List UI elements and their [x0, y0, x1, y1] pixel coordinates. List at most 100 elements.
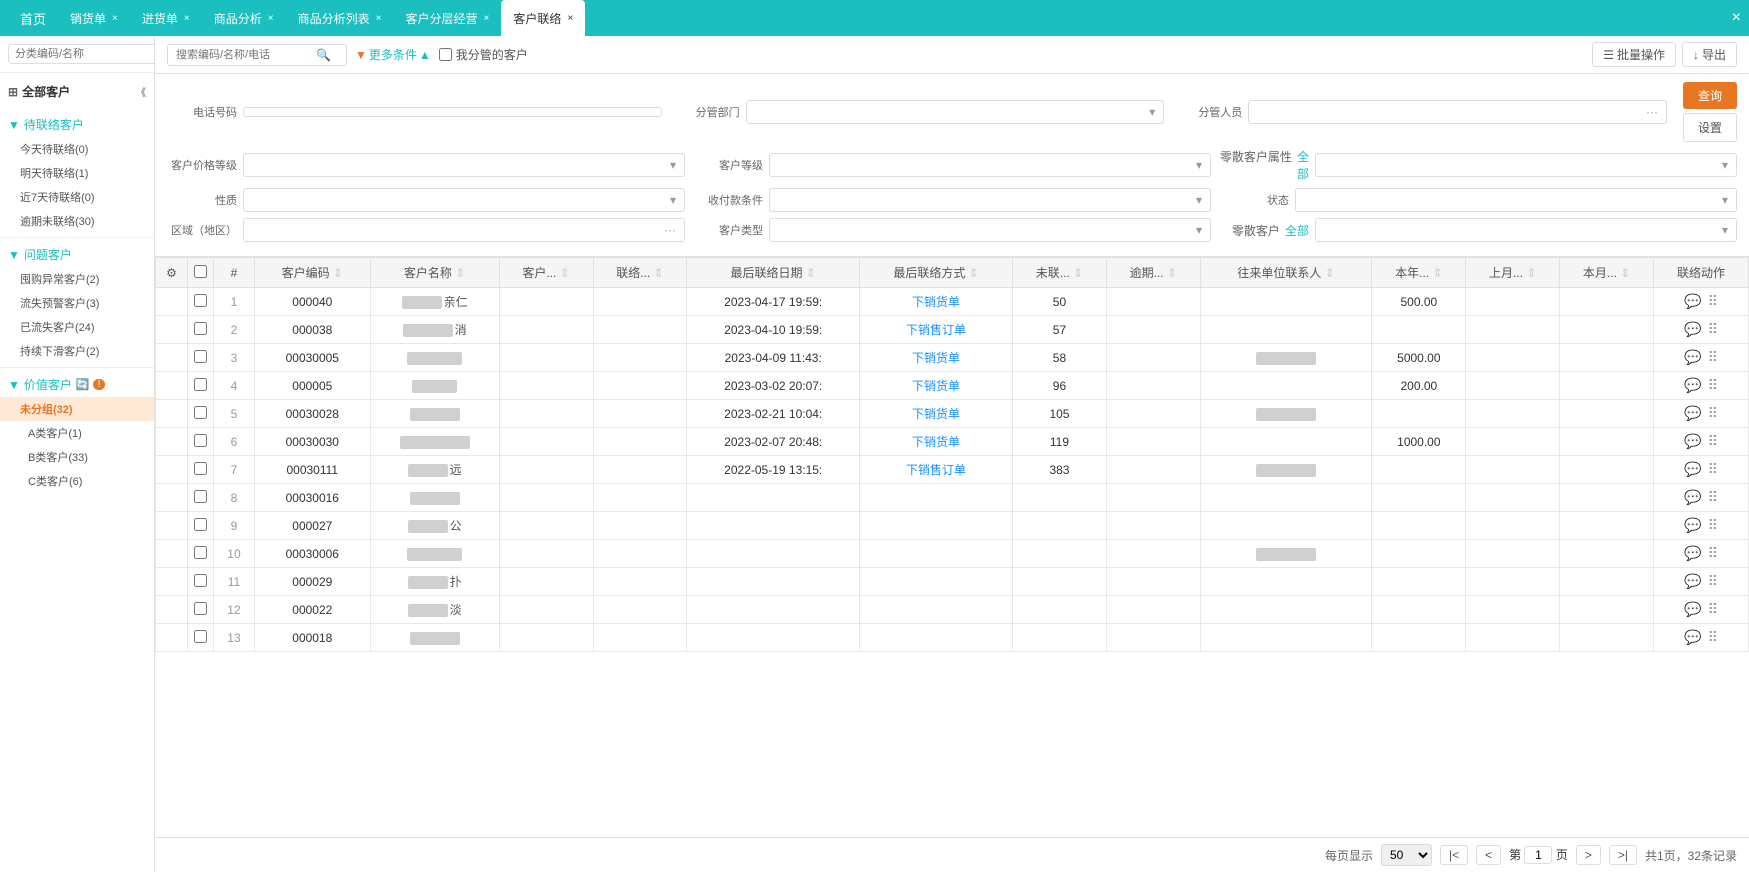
sidebar-item-churn-warning[interactable]: 流失预警客户(3): [0, 291, 154, 315]
filter-search-icon[interactable]: 🔍: [316, 48, 331, 62]
row-checkbox[interactable]: [194, 630, 207, 643]
td-checkbox[interactable]: [188, 400, 214, 428]
sidebar-item-overdue[interactable]: 逾期未联络(30): [0, 209, 154, 233]
sidebar-search-input[interactable]: [8, 44, 155, 64]
action-phone-icon[interactable]: 💬: [1684, 321, 1701, 338]
sidebar-item-tomorrow-pending[interactable]: 明天待联络(1): [0, 161, 154, 185]
contact-type-link[interactable]: 下销售订单: [906, 323, 966, 337]
action-more-icon[interactable]: ⠿: [1708, 321, 1718, 338]
select-all-checkbox[interactable]: [194, 265, 207, 278]
td-checkbox[interactable]: [188, 484, 214, 512]
th-settings[interactable]: ⚙: [156, 258, 188, 288]
action-phone-icon[interactable]: 💬: [1684, 573, 1701, 590]
close-tab-analysis[interactable]: ×: [268, 13, 274, 24]
row-checkbox[interactable]: [194, 546, 207, 559]
action-phone-icon[interactable]: 💬: [1684, 601, 1701, 618]
window-close-btn[interactable]: ×: [1732, 9, 1741, 27]
sidebar-item-declining[interactable]: 持续下滑客户(2): [0, 339, 154, 363]
row-checkbox[interactable]: [194, 602, 207, 615]
close-tab-analysis-list[interactable]: ×: [376, 13, 382, 24]
row-checkbox[interactable]: [194, 574, 207, 587]
action-more-icon[interactable]: ⠿: [1708, 517, 1718, 534]
row-checkbox[interactable]: [194, 294, 207, 307]
sidebar-score-header[interactable]: ▼ 价值客户 🔄 !: [0, 372, 154, 397]
action-phone-icon[interactable]: 💬: [1684, 433, 1701, 450]
sidebar-all-customers[interactable]: ⊞ 全部客户 《: [0, 77, 154, 106]
td-checkbox[interactable]: [188, 512, 214, 540]
filter-retail-customer-input[interactable]: ▾: [1315, 218, 1737, 242]
action-more-icon[interactable]: ⠿: [1708, 629, 1718, 646]
score-refresh-icon[interactable]: 🔄: [76, 378, 90, 391]
td-checkbox[interactable]: [188, 428, 214, 456]
sidebar-item-a-class[interactable]: A类客户(1): [0, 421, 154, 445]
contact-type-link[interactable]: 下销货单: [912, 295, 960, 309]
nav-tab-analysis-list[interactable]: 商品分析列表 ×: [286, 0, 394, 36]
row-checkbox[interactable]: [194, 490, 207, 503]
page-number-input[interactable]: [1524, 846, 1552, 864]
row-checkbox[interactable]: [194, 322, 207, 335]
sidebar-pending-header[interactable]: ▼ 待联络客户: [0, 112, 154, 137]
th-cur-year[interactable]: 本年... ⇕: [1372, 258, 1466, 288]
batch-ops-button[interactable]: ☰ 批量操作: [1592, 42, 1676, 67]
reset-button[interactable]: 设置: [1683, 113, 1737, 142]
td-checkbox[interactable]: [188, 624, 214, 652]
sidebar-item-ungrouped[interactable]: 未分组(32): [0, 397, 154, 421]
action-phone-icon[interactable]: 💬: [1684, 405, 1701, 422]
th-col3[interactable]: 客户... ⇕: [499, 258, 593, 288]
nav-tab-purchase[interactable]: 进货单 ×: [130, 0, 202, 36]
filter-status-input[interactable]: ▾: [1295, 188, 1737, 212]
sidebar-item-today-pending[interactable]: 今天待联络(0): [0, 137, 154, 161]
filter-my-customers-check[interactable]: [439, 48, 452, 61]
th-last-month[interactable]: 上月... ⇕: [1466, 258, 1560, 288]
nav-tab-sales[interactable]: 销货单 ×: [58, 0, 130, 36]
contact-type-link[interactable]: 下销货单: [912, 407, 960, 421]
th-cur-month[interactable]: 本月... ⇕: [1560, 258, 1654, 288]
contact-type-link[interactable]: 下销货单: [912, 435, 960, 449]
sidebar-problem-header[interactable]: ▼ 问题客户: [0, 242, 154, 267]
td-checkbox[interactable]: [188, 456, 214, 484]
filter-payment-input[interactable]: ▾: [769, 188, 1211, 212]
sidebar-item-hoard-abnormal[interactable]: 囤购异常客户(2): [0, 267, 154, 291]
nav-tab-analysis[interactable]: 商品分析 ×: [202, 0, 286, 36]
th-name[interactable]: 客户名称 ⇕: [370, 258, 499, 288]
td-checkbox[interactable]: [188, 540, 214, 568]
action-more-icon[interactable]: ⠿: [1708, 461, 1718, 478]
th-days[interactable]: 未联... ⇕: [1013, 258, 1107, 288]
td-checkbox[interactable]: [188, 596, 214, 624]
td-checkbox[interactable]: [188, 316, 214, 344]
action-more-icon[interactable]: ⠿: [1708, 545, 1718, 562]
sidebar-item-7days-pending[interactable]: 近7天待联络(0): [0, 185, 154, 209]
th-code[interactable]: 客户编码 ⇕: [254, 258, 370, 288]
action-more-icon[interactable]: ⠿: [1708, 377, 1718, 394]
filter-region-input[interactable]: ···: [243, 218, 685, 242]
row-checkbox[interactable]: [194, 350, 207, 363]
last-page-btn[interactable]: >|: [1609, 845, 1637, 865]
th-checkbox[interactable]: [188, 258, 214, 288]
filter-phone-input[interactable]: [243, 107, 662, 117]
td-checkbox[interactable]: [188, 372, 214, 400]
th-last-contact-date[interactable]: 最后联络日期 ⇕: [687, 258, 860, 288]
th-col4[interactable]: 联络... ⇕: [593, 258, 687, 288]
filter-search-input[interactable]: [176, 49, 316, 61]
nav-home[interactable]: 首页: [8, 9, 58, 28]
sidebar-item-churned[interactable]: 已流失客户(24): [0, 315, 154, 339]
close-tab-customer-mgmt[interactable]: ×: [483, 13, 489, 24]
filter-customer-level-input[interactable]: ▾: [769, 153, 1211, 177]
action-more-icon[interactable]: ⠿: [1708, 573, 1718, 590]
export-button[interactable]: ↓ 导出: [1682, 42, 1737, 67]
action-more-icon[interactable]: ⠿: [1708, 293, 1718, 310]
th-overdue[interactable]: 逾期... ⇕: [1106, 258, 1200, 288]
first-page-btn[interactable]: |<: [1440, 845, 1468, 865]
next-page-btn[interactable]: >: [1576, 845, 1601, 865]
action-more-icon[interactable]: ⠿: [1708, 349, 1718, 366]
filter-price-level-input[interactable]: ▾: [243, 153, 685, 177]
prev-page-btn[interactable]: <: [1476, 845, 1501, 865]
filter-more-conditions[interactable]: ▼ 更多条件 ▲: [355, 46, 431, 63]
action-phone-icon[interactable]: 💬: [1684, 489, 1701, 506]
action-phone-icon[interactable]: 💬: [1684, 377, 1701, 394]
filter-retail-attr-input[interactable]: ▾: [1315, 153, 1737, 177]
sidebar-item-c-class[interactable]: C类客户(6): [0, 469, 154, 493]
th-last-contact-type[interactable]: 最后联络方式 ⇕: [860, 258, 1013, 288]
td-checkbox[interactable]: [188, 568, 214, 596]
action-phone-icon[interactable]: 💬: [1684, 517, 1701, 534]
